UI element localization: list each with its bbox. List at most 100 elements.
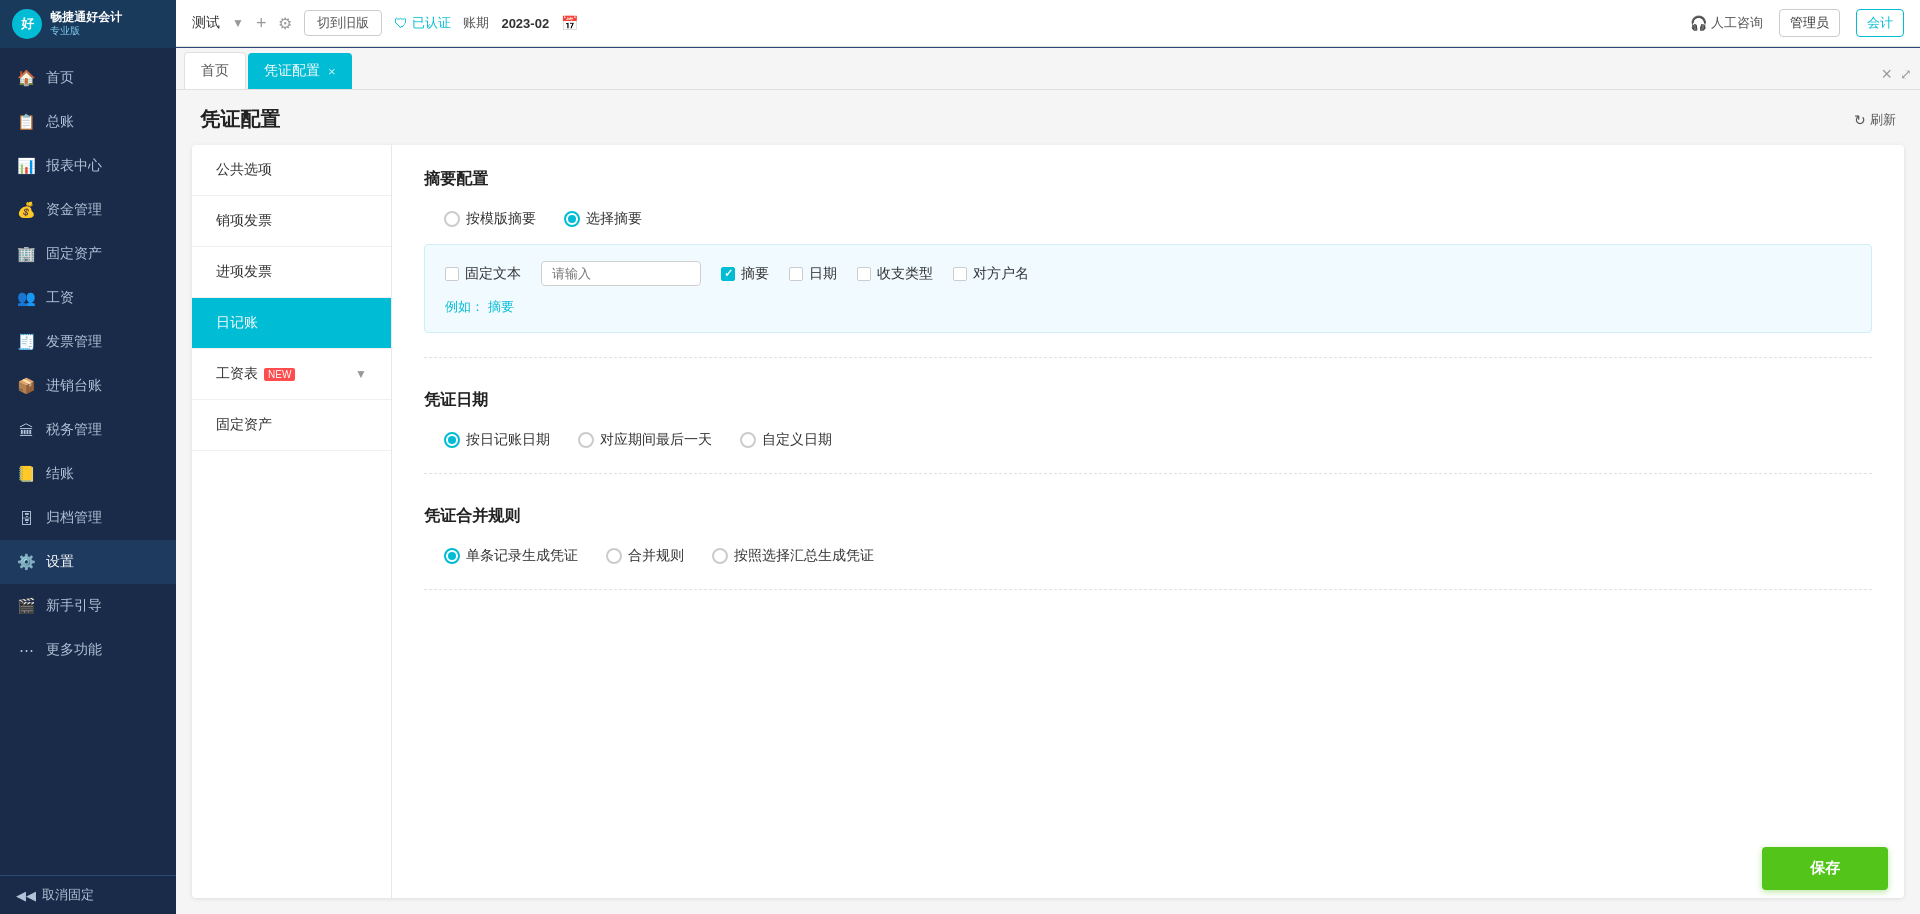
sidebar-item-tax[interactable]: 🏛 税务管理 xyxy=(0,408,176,452)
gear-icon[interactable]: ⚙ xyxy=(278,14,292,33)
checkbox-summary[interactable]: ✓ 摘要 xyxy=(721,265,769,283)
radio-by-selection[interactable]: 按照选择汇总生成凭证 xyxy=(712,547,874,565)
sidebar-item-close[interactable]: 📒 结账 xyxy=(0,452,176,496)
nav-item-journal[interactable]: 日记账 xyxy=(192,298,391,349)
sidebar-item-reports[interactable]: 📊 报表中心 xyxy=(0,144,176,188)
consult-btn[interactable]: 🎧 人工咨询 xyxy=(1690,14,1763,32)
app-logo-icon: 好 xyxy=(12,9,42,39)
voucher-date-title: 凭证日期 xyxy=(424,390,1872,411)
config-right-content: 摘要配置 按模版摘要 xyxy=(392,145,1904,898)
merge-rules-radio-group: 单条记录生成凭证 合并规则 按照选择汇总生成凭证 xyxy=(444,547,1872,565)
tab-home[interactable]: 首页 xyxy=(184,52,246,89)
app-logo-text: 畅捷通好会计 xyxy=(50,10,122,24)
summary-config-section: 摘要配置 按模版摘要 xyxy=(424,169,1872,358)
radio-journal-date-icon xyxy=(444,432,460,448)
checkbox-date-box xyxy=(789,267,803,281)
company-chevron-icon[interactable]: ▼ xyxy=(232,16,244,30)
role-btn[interactable]: 会计 xyxy=(1856,9,1904,37)
radio-select-summary[interactable]: 选择摘要 xyxy=(564,210,642,228)
home-icon: 🏠 xyxy=(16,69,36,87)
more-icon: ⋯ xyxy=(16,641,36,659)
sidebar-item-guide[interactable]: 🎬 新手引导 xyxy=(0,584,176,628)
config-left-nav: 公共选项 销项发票 进项发票 日记账 工资表 NEW ▼ 固定资产 xyxy=(192,145,392,898)
refresh-btn[interactable]: ↻ 刷新 xyxy=(1854,111,1896,129)
checkbox-fixed-text-box xyxy=(445,267,459,281)
tab-bar: 首页 凭证配置 × × ⤢ xyxy=(176,48,1920,90)
radio-template-summary[interactable]: 按模版摘要 xyxy=(444,210,536,228)
checkbox-income-type-box xyxy=(857,267,871,281)
nav-item-purchase-invoice[interactable]: 进项发票 xyxy=(192,247,391,298)
checkbox-date[interactable]: 日期 xyxy=(789,265,837,283)
app-logo-badge: 专业版 xyxy=(50,25,122,37)
shield-icon: 🛡 xyxy=(394,15,408,31)
checkbox-counterpart[interactable]: 对方户名 xyxy=(953,265,1029,283)
sidebar-item-ledger[interactable]: 📋 总账 xyxy=(0,100,176,144)
sidebar-item-invoice[interactable]: 🧾 发票管理 xyxy=(0,320,176,364)
page-title: 凭证配置 xyxy=(200,106,280,133)
radio-template-icon xyxy=(444,211,460,227)
sidebar-item-archive[interactable]: 🗄 归档管理 xyxy=(0,496,176,540)
sidebar-item-funds[interactable]: 💰 资金管理 xyxy=(0,188,176,232)
nav-item-fixed-assets[interactable]: 固定资产 xyxy=(192,400,391,451)
sidebar-item-trading[interactable]: 📦 进销台账 xyxy=(0,364,176,408)
radio-by-journal-date[interactable]: 按日记账日期 xyxy=(444,431,550,449)
settings-icon: ⚙️ xyxy=(16,553,36,571)
switch-old-btn[interactable]: 切到旧版 xyxy=(304,10,382,36)
checkbox-summary-box: ✓ xyxy=(721,267,735,281)
company-name: 测试 xyxy=(192,14,220,32)
radio-custom-date-icon xyxy=(740,432,756,448)
fixed-text-input[interactable] xyxy=(541,261,701,286)
invoice-icon: 🧾 xyxy=(16,333,36,351)
radio-by-selection-icon xyxy=(712,548,728,564)
radio-merge-rule-icon xyxy=(606,548,622,564)
sidebar-item-more[interactable]: ⋯ 更多功能 xyxy=(0,628,176,672)
ledger-icon: 📋 xyxy=(16,113,36,131)
radio-single-record[interactable]: 单条记录生成凭证 xyxy=(444,547,578,565)
unpin-btn[interactable]: ◀◀ 取消固定 xyxy=(0,875,176,914)
merge-rules-title: 凭证合并规则 xyxy=(424,506,1872,527)
guide-icon: 🎬 xyxy=(16,597,36,615)
sidebar: 🏠 首页 📋 总账 📊 报表中心 💰 资金管理 🏢 固定资 xyxy=(0,48,176,914)
archive-icon: 🗄 xyxy=(16,510,36,527)
sidebar-item-home[interactable]: 🏠 首页 xyxy=(0,56,176,100)
radio-single-record-icon xyxy=(444,548,460,564)
page-content: 凭证配置 ↻ 刷新 公共选项 销项发票 进项发票 日记账 xyxy=(176,90,1920,914)
certified-badge: 🛡 已认证 xyxy=(394,14,451,32)
tax-icon: 🏛 xyxy=(16,422,36,439)
sidebar-item-payroll[interactable]: 👥 工资 xyxy=(0,276,176,320)
radio-merge-rule[interactable]: 合并规则 xyxy=(606,547,684,565)
checkbox-income-type[interactable]: 收支类型 xyxy=(857,265,933,283)
radio-custom-date[interactable]: 自定义日期 xyxy=(740,431,832,449)
tab-close-icon[interactable]: × xyxy=(328,64,336,79)
checkbox-fixed-text[interactable]: 固定文本 xyxy=(445,265,521,283)
expand-icon[interactable]: ⤢ xyxy=(1900,66,1912,82)
chart-icon: 📊 xyxy=(16,157,36,175)
checkbox-counterpart-box xyxy=(953,267,967,281)
headset-icon: 🎧 xyxy=(1690,15,1707,31)
trading-icon: 📦 xyxy=(16,377,36,395)
manager-btn[interactable]: 管理员 xyxy=(1779,9,1840,37)
new-badge: NEW xyxy=(264,368,295,381)
sidebar-item-assets[interactable]: 🏢 固定资产 xyxy=(0,232,176,276)
nav-item-sales-invoice[interactable]: 销项发票 xyxy=(192,196,391,247)
close-window-icon[interactable]: × xyxy=(1881,65,1892,83)
voucher-date-section: 凭证日期 按日记账日期 xyxy=(424,390,1872,474)
nav-item-public[interactable]: 公共选项 xyxy=(192,145,391,196)
save-button[interactable]: 保存 xyxy=(1762,847,1888,890)
tab-voucher-config[interactable]: 凭证配置 × xyxy=(248,53,352,89)
radio-last-day-period[interactable]: 对应期间最后一天 xyxy=(578,431,712,449)
example-value: 摘要 xyxy=(488,299,514,314)
refresh-icon: ↻ xyxy=(1854,112,1866,128)
add-icon[interactable]: + xyxy=(256,13,267,34)
pin-icon: ◀◀ xyxy=(16,888,36,903)
merge-rules-section: 凭证合并规则 单条记录生成凭证 xyxy=(424,506,1872,590)
calendar-icon[interactable]: 📅 xyxy=(561,15,578,31)
radio-select-icon xyxy=(564,211,580,227)
close-books-icon: 📒 xyxy=(16,465,36,483)
voucher-date-radio-group: 按日记账日期 对应期间最后一天 自定义日期 xyxy=(444,431,1872,449)
payroll-icon: 👥 xyxy=(16,289,36,307)
chevron-down-icon: ▼ xyxy=(355,367,367,381)
example-line: 例如： 摘要 xyxy=(445,298,1851,316)
sidebar-item-settings[interactable]: ⚙️ 设置 xyxy=(0,540,176,584)
nav-item-payroll-table[interactable]: 工资表 NEW ▼ xyxy=(192,349,391,400)
